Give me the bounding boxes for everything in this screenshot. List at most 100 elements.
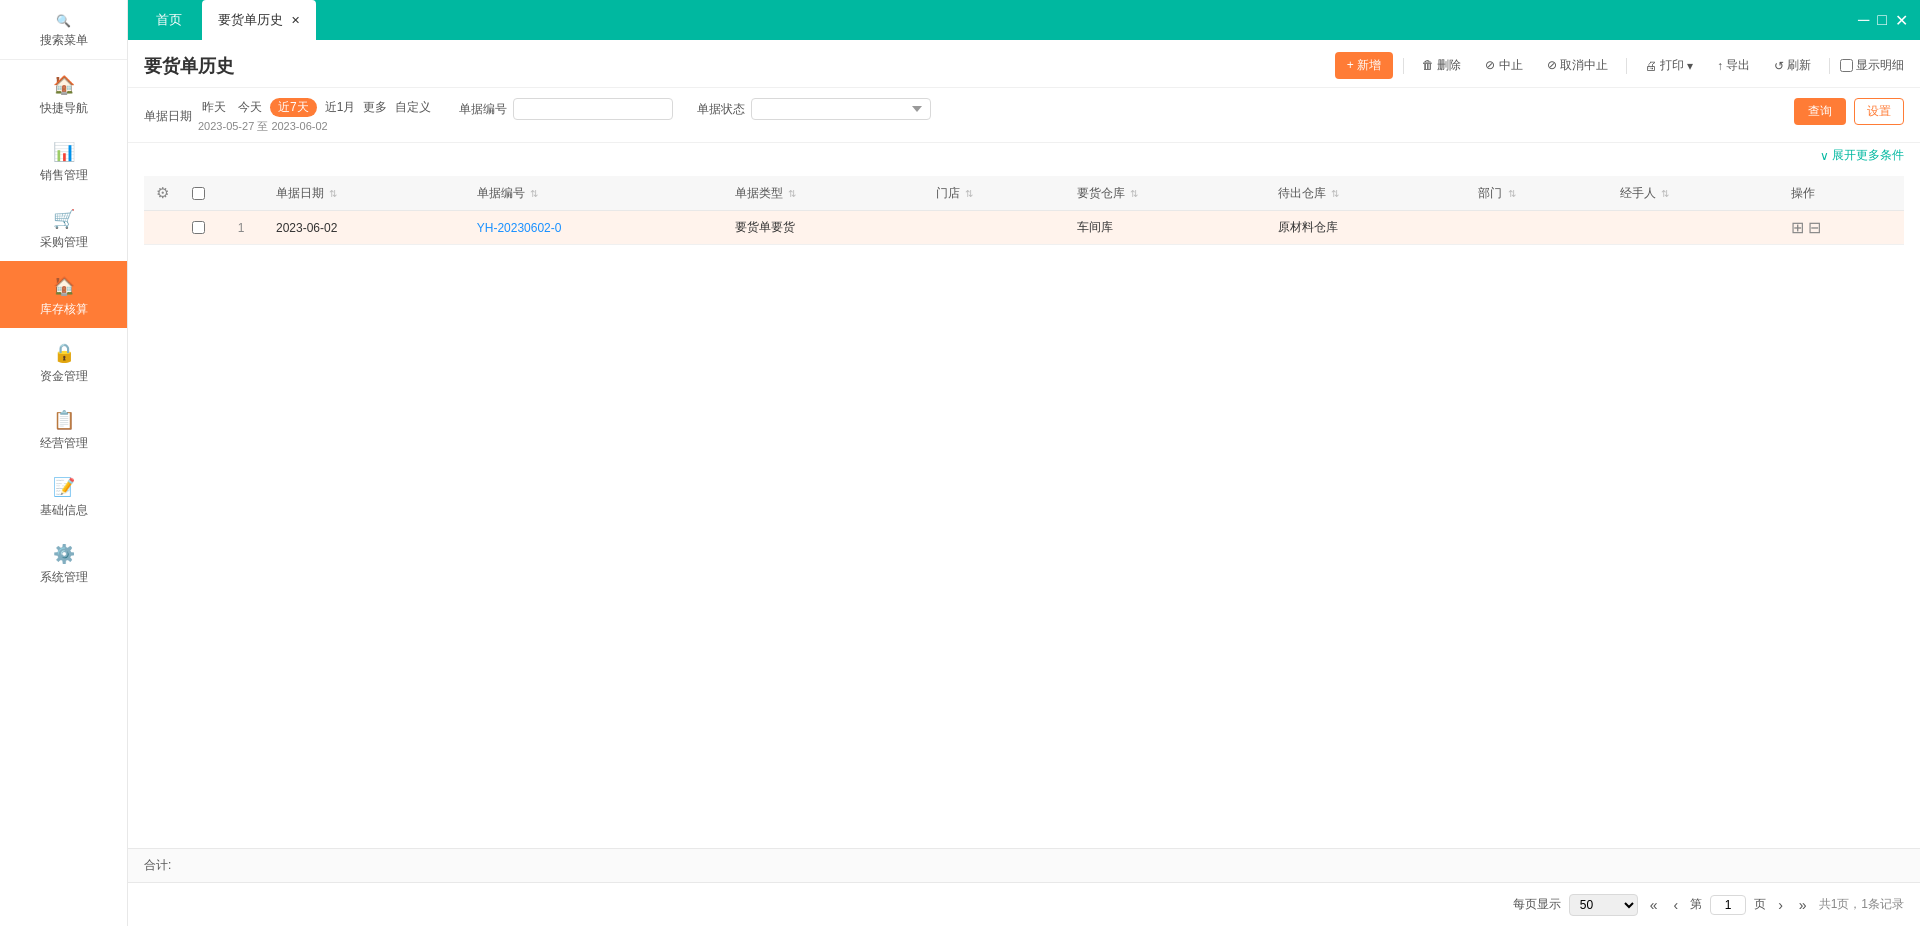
summary-row: 合计: [128,848,1920,882]
col-handler-header[interactable]: 经手人 ⇅ [1610,176,1781,211]
sidebar-item-finance[interactable]: 🔒 资金管理 [0,328,127,395]
row-action: ⊞ ⊟ [1781,211,1904,245]
select-all-checkbox[interactable] [192,187,205,200]
cancel-stop-button[interactable]: ⊘ 取消中止 [1539,53,1616,78]
display-detail-checkbox[interactable] [1840,59,1853,72]
sidebar-label-inventory: 库存核算 [40,301,88,318]
next-page-button[interactable]: › [1774,895,1787,915]
system-icon: ⚙️ [53,543,75,565]
content-area: 要货单历史 + 新增 🗑 删除 ⊘ 中止 ⊘ 取消中止 🖨 打印 ▾ ↑ [128,40,1920,926]
doc-number-input[interactable] [513,98,673,120]
sidebar: 🔍 搜索菜单 🏠 快捷导航 📊 销售管理 🛒 采购管理 🏠 库存核算 🔒 资金管… [0,0,128,926]
col-settings: ⚙ [144,176,180,211]
close-button[interactable]: ✕ [1895,11,1908,30]
shortcut-1month[interactable]: 近1月 [321,98,360,117]
column-settings-icon[interactable]: ⚙ [154,184,170,202]
row-checkbox[interactable] [192,221,205,234]
new-button[interactable]: + 新增 [1335,52,1393,79]
doc-status-label: 单据状态 [697,101,745,118]
table-row: 1 2023-06-02 YH-20230602-0 要货单要货 车间库 原材料… [144,211,1904,245]
toolbar: + 新增 🗑 删除 ⊘ 中止 ⊘ 取消中止 🖨 打印 ▾ ↑ 导出 [1335,52,1904,79]
sidebar-item-quick-nav[interactable]: 🏠 快捷导航 [0,60,127,127]
sort-req-warehouse-icon: ⇅ [1130,188,1138,199]
row-date: 2023-06-02 [266,211,467,245]
sales-icon: 📊 [53,141,75,163]
setting-button[interactable]: 设置 [1854,98,1904,125]
sort-date-icon: ⇅ [329,188,337,199]
tab-home[interactable]: 首页 [140,0,198,40]
shortcut-yesterday[interactable]: 昨天 [198,98,230,117]
sidebar-item-inventory[interactable]: 🏠 库存核算 [0,261,127,328]
col-index-header [216,176,266,211]
inventory-icon: 🏠 [53,275,75,297]
prev-page-button[interactable]: ‹ [1670,895,1683,915]
sort-number-icon: ⇅ [530,188,538,199]
row-department [1468,211,1609,245]
sidebar-item-sales[interactable]: 📊 销售管理 [0,127,127,194]
shortcut-more[interactable]: 更多 [363,99,387,116]
query-button[interactable]: 查询 [1794,98,1846,125]
sidebar-label-operation: 经营管理 [40,435,88,452]
delete-button[interactable]: 🗑 删除 [1414,53,1469,78]
summary-label: 合计: [144,857,171,874]
row-edit-icon[interactable]: ⊞ [1791,218,1804,237]
col-department-header[interactable]: 部门 ⇅ [1468,176,1609,211]
refresh-label: 刷新 [1787,57,1811,74]
print-button[interactable]: 🖨 打印 ▾ [1637,53,1701,78]
export-button[interactable]: ↑ 导出 [1709,53,1758,78]
row-settings-cell [144,211,180,245]
sidebar-item-system[interactable]: ⚙️ 系统管理 [0,529,127,596]
sidebar-label-search: 搜索菜单 [40,32,88,49]
col-pending-warehouse-header[interactable]: 待出仓库 ⇅ [1268,176,1469,211]
pagination-bar: 每页显示 50 10 20 100 « ‹ 第 页 › » 共1页，1条记录 [128,882,1920,926]
print-arrow: ▾ [1687,59,1693,73]
filter-doc-number: 单据编号 [459,98,673,120]
expand-more-button[interactable]: ∨ 展开更多条件 [1820,147,1904,170]
finance-icon: 🔒 [53,342,75,364]
row-number: YH-20230602-0 [467,211,725,245]
basic-icon: 📝 [53,476,75,498]
last-page-button[interactable]: » [1795,895,1811,915]
sidebar-item-basic[interactable]: 📝 基础信息 [0,462,127,529]
doc-status-select[interactable] [751,98,931,120]
expand-bar: ∨ 展开更多条件 [128,143,1920,176]
shortcut-custom[interactable]: 自定义 [391,98,435,117]
sidebar-item-search-menu[interactable]: 🔍 搜索菜单 [0,0,127,60]
page-size-select[interactable]: 50 10 20 100 [1569,894,1638,916]
table-container: ⚙ 单据日期 ⇅ [128,176,1920,848]
search-icon: 🔍 [56,14,71,28]
tab-history-close[interactable]: ✕ [291,14,300,27]
col-number-header[interactable]: 单据编号 ⇅ [467,176,725,211]
sort-store-icon: ⇅ [965,188,973,199]
shortcut-7days[interactable]: 近7天 [270,98,317,117]
sidebar-item-operation[interactable]: 📋 经营管理 [0,395,127,462]
row-index: 1 [216,211,266,245]
col-date-header[interactable]: 单据日期 ⇅ [266,176,467,211]
col-req-warehouse-header[interactable]: 要货仓库 ⇅ [1067,176,1268,211]
sidebar-item-purchase[interactable]: 🛒 采购管理 [0,194,127,261]
page-label: 第 [1690,896,1702,913]
stop-button[interactable]: ⊘ 中止 [1477,53,1530,78]
sidebar-label-quick-nav: 快捷导航 [40,100,88,117]
maximize-button[interactable]: □ [1877,11,1887,29]
page-unit: 页 [1754,896,1766,913]
tab-history[interactable]: 要货单历史 ✕ [202,0,316,40]
first-page-button[interactable]: « [1646,895,1662,915]
display-detail-toggle[interactable]: 显示明细 [1840,57,1904,74]
main-area: 首页 要货单历史 ✕ ─ □ ✕ 要货单历史 + 新增 🗑 删除 ⊘ 中 [128,0,1920,926]
table-header-row: ⚙ 单据日期 ⇅ [144,176,1904,211]
separator-1 [1403,58,1404,74]
row-more-icon[interactable]: ⊟ [1808,218,1821,237]
col-store-header[interactable]: 门店 ⇅ [926,176,1067,211]
page-size-label: 每页显示 [1513,896,1561,913]
doc-number-label: 单据编号 [459,101,507,118]
minimize-button[interactable]: ─ [1858,11,1869,29]
shortcut-today[interactable]: 今天 [234,98,266,117]
refresh-button[interactable]: ↺ 刷新 [1766,53,1819,78]
topbar: 首页 要货单历史 ✕ ─ □ ✕ [128,0,1920,40]
page-number-input[interactable] [1710,895,1746,915]
home-icon: 🏠 [53,74,75,96]
date-shortcuts: 昨天 今天 近7天 近1月 更多 自定义 [198,98,435,117]
row-number-link[interactable]: YH-20230602-0 [477,221,562,235]
col-type-header[interactable]: 单据类型 ⇅ [725,176,926,211]
